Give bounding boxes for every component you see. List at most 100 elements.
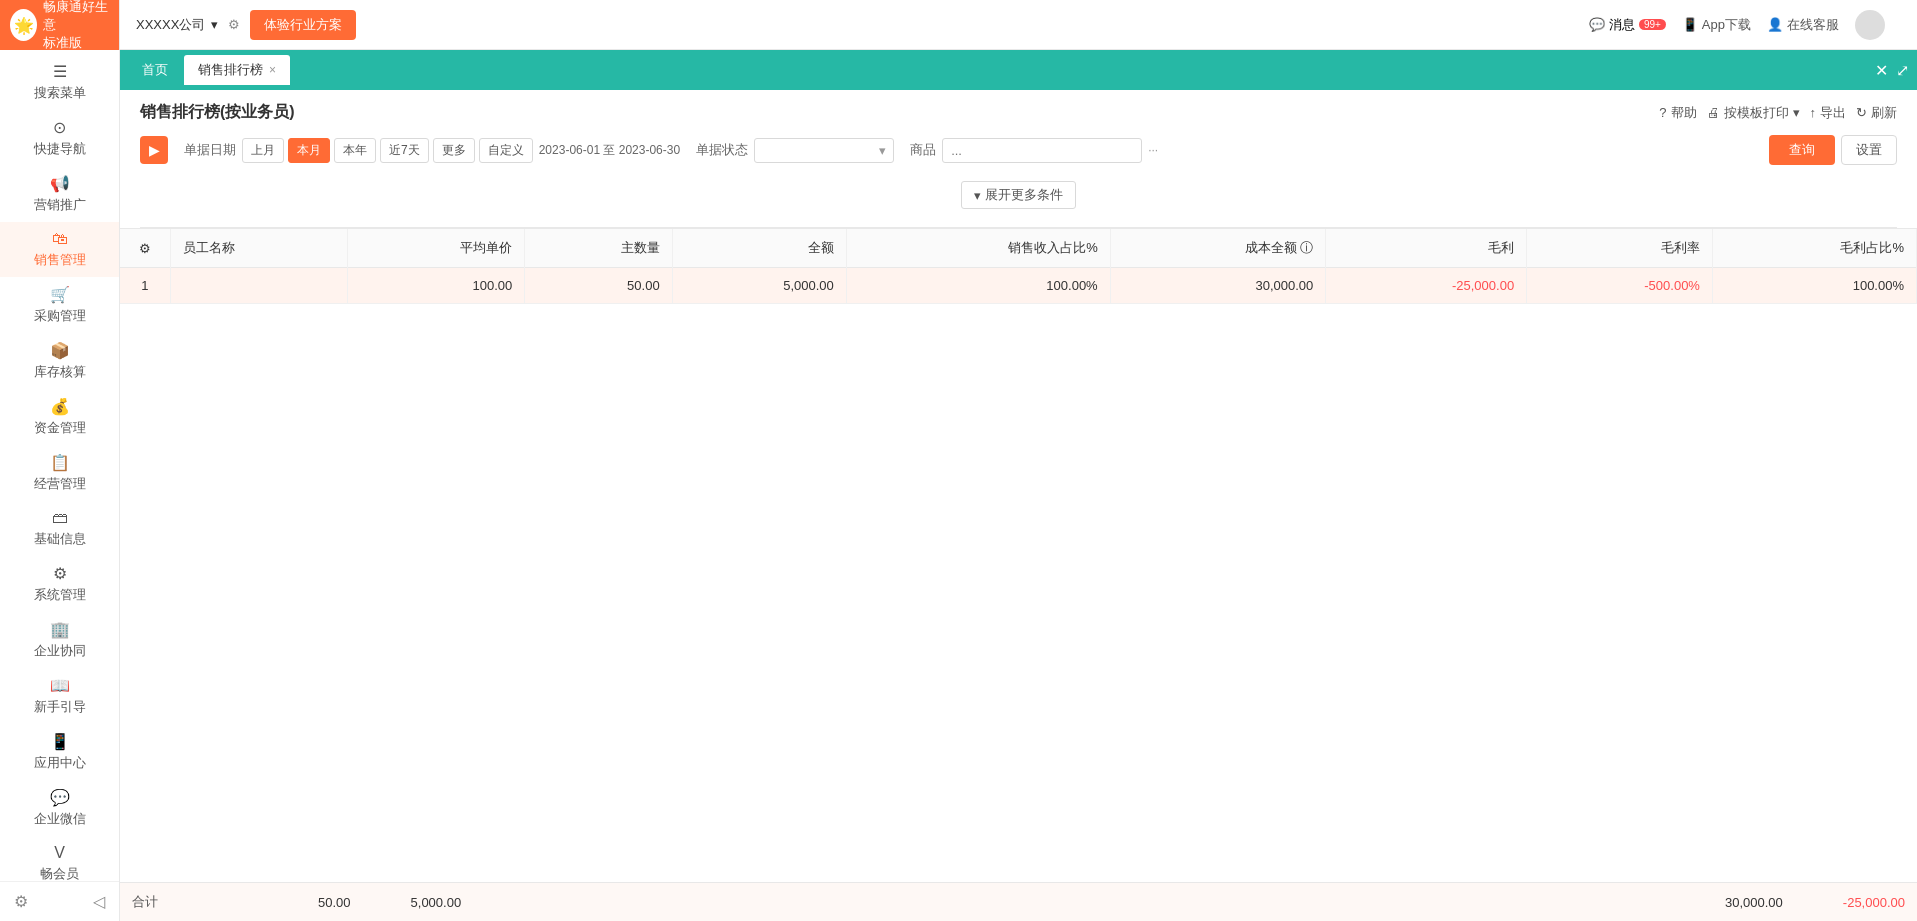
quick-nav-icon: ⊙ (53, 118, 66, 137)
date-filter-group: 单据日期 上月 本月 本年 近7天 更多 自定义 2023-06-01 至 20… (184, 138, 680, 163)
company-selector[interactable]: XXXXX公司 ▾ (136, 16, 218, 34)
sidebar-item-finance[interactable]: 💰 资金管理 (0, 389, 119, 445)
system-icon: ⚙ (53, 564, 67, 583)
sidebar-item-search[interactable]: ☰ 搜索菜单 (0, 54, 119, 110)
close-window-icon[interactable]: ✕ (1875, 61, 1888, 80)
col-avg-price-header: 平均单价 (347, 229, 524, 268)
sidebar-item-quick-nav[interactable]: ⊙ 快捷导航 (0, 110, 119, 166)
filter-action-group: 查询 设置 (1769, 135, 1897, 165)
top-bar: XXXXX公司 ▾ ⚙ 体验行业方案 💬 消息 99+ 📱 App下载 👤 在线… (120, 0, 1917, 50)
message-btn[interactable]: 💬 消息 99+ (1589, 16, 1666, 34)
sidebar-item-inventory[interactable]: 📦 库存核算 (0, 333, 119, 389)
sales-icon: 🛍 (52, 230, 68, 248)
date-btn-more[interactable]: 更多 (433, 138, 475, 163)
sidebar-item-system[interactable]: ⚙ 系统管理 (0, 556, 119, 612)
sales-ratio-cell: 100.00% (846, 268, 1110, 304)
status-select[interactable] (754, 138, 894, 163)
search-menu-icon: ☰ (53, 62, 67, 81)
sidebar-bottom: ⚙ ◁ (0, 881, 119, 921)
table-container: ⚙ 员工名称 平均单价 主数量 全额 销售收入占比% 成本全额 ⓘ 毛利 毛利率… (120, 229, 1917, 882)
sidebar-item-vip[interactable]: V 畅会员 (0, 836, 119, 881)
sidebar-item-wechat[interactable]: 💬 企业微信 (0, 780, 119, 836)
sidebar-item-marketing[interactable]: 📢 营销推广 (0, 166, 119, 222)
sidebar-item-enterprise[interactable]: 🏢 企业协同 (0, 612, 119, 668)
settings-icon[interactable]: ⚙ (14, 892, 28, 911)
date-filter-label: 单据日期 (184, 141, 236, 159)
more-options[interactable]: ··· (1148, 143, 1158, 157)
table-header-row: ⚙ 员工名称 平均单价 主数量 全额 销售收入占比% 成本全额 ⓘ 毛利 毛利率… (120, 229, 1917, 268)
page-header: 销售排行榜(按业务员) ? 帮助 🖨 按模板打印 ▾ ↑ 导出 (120, 90, 1917, 229)
sales-ranking-table: ⚙ 员工名称 平均单价 主数量 全额 销售收入占比% 成本全额 ⓘ 毛利 毛利率… (120, 229, 1917, 304)
page-actions: ? 帮助 🖨 按模板打印 ▾ ↑ 导出 ↻ 刷新 (1659, 104, 1897, 122)
date-btn-7days[interactable]: 近7天 (380, 138, 429, 163)
maximize-icon[interactable]: ⤢ (1896, 61, 1909, 80)
export-btn[interactable]: ↑ 导出 (1810, 104, 1847, 122)
marketing-icon: 📢 (50, 174, 70, 193)
collapse-icon[interactable]: ◁ (93, 892, 105, 911)
app-download-btn[interactable]: 📱 App下载 (1682, 16, 1751, 34)
tab-close-icon[interactable]: × (269, 63, 276, 77)
sidebar-item-basic-info[interactable]: 🗃 基础信息 (0, 501, 119, 556)
active-tab-label: 销售排行榜 (198, 61, 263, 79)
col-profit-rate-header: 毛利率 (1527, 229, 1713, 268)
help-icon: ? (1659, 105, 1666, 120)
date-btns: 上月 本月 本年 近7天 更多 自定义 (242, 138, 533, 163)
company-name: XXXXX公司 (136, 16, 205, 34)
refresh-btn[interactable]: ↻ 刷新 (1856, 104, 1897, 122)
filter-expand-arrow[interactable]: ▶ (140, 136, 168, 164)
settings-gear-icon[interactable]: ⚙ (228, 17, 240, 32)
col-qty-header: 主数量 (525, 229, 672, 268)
status-filter-label: 单据状态 (696, 141, 748, 159)
content-area: 销售排行榜(按业务员) ? 帮助 🖨 按模板打印 ▾ ↑ 导出 (120, 90, 1917, 921)
profit-rate-cell: -500.00% (1527, 268, 1713, 304)
print-btn[interactable]: 🖨 按模板打印 ▾ (1707, 104, 1800, 122)
online-service-btn[interactable]: 👤 在线客服 (1767, 16, 1839, 34)
help-btn[interactable]: ? 帮助 (1659, 104, 1696, 122)
footer-label: 合计 (132, 893, 158, 911)
expand-row: ▾ 展开更多条件 (140, 165, 1897, 217)
sidebar-item-sales[interactable]: 🛍 销售管理 (0, 222, 119, 277)
sidebar-item-purchase[interactable]: 🛒 采购管理 (0, 277, 119, 333)
tab-bar: 首页 销售排行榜 × ✕ ⤢ (120, 50, 1917, 90)
name-cell (170, 268, 347, 304)
message-icon: 💬 (1589, 17, 1605, 32)
date-btn-this-month[interactable]: 本月 (288, 138, 330, 163)
expand-conditions-btn[interactable]: ▾ 展开更多条件 (961, 181, 1076, 209)
sidebar-item-apps[interactable]: 📱 应用中心 (0, 724, 119, 780)
vip-icon: V (54, 844, 65, 862)
footer-profit: -25,000.00 (1843, 895, 1905, 910)
query-button[interactable]: 查询 (1769, 135, 1835, 165)
top-bar-right: 💬 消息 99+ 📱 App下载 👤 在线客服 (1589, 10, 1901, 40)
goods-input[interactable] (942, 138, 1142, 163)
message-label: 消息 (1609, 16, 1635, 34)
date-range-display: 2023-06-01 至 2023-06-30 (539, 142, 680, 159)
tab-sales-ranking[interactable]: 销售排行榜 × (184, 55, 290, 85)
rank-cell: 1 (120, 268, 170, 304)
sidebar-item-guide[interactable]: 📖 新手引导 (0, 668, 119, 724)
apps-icon: 📱 (50, 732, 70, 751)
col-rank-header: ⚙ (120, 229, 170, 268)
col-profit-ratio-header: 毛利占比% (1712, 229, 1916, 268)
profit-cell: -25,000.00 (1326, 268, 1527, 304)
main-area: XXXXX公司 ▾ ⚙ 体验行业方案 💬 消息 99+ 📱 App下载 👤 在线… (120, 0, 1917, 921)
setting-button[interactable]: 设置 (1841, 135, 1897, 165)
col-cost-header: 成本全额 ⓘ (1110, 229, 1326, 268)
goods-filter-label: 商品 (910, 141, 936, 159)
amount-cell: 5,000.00 (672, 268, 846, 304)
date-btn-custom[interactable]: 自定义 (479, 138, 533, 163)
date-btn-this-year[interactable]: 本年 (334, 138, 376, 163)
wechat-icon: 💬 (50, 788, 70, 807)
sidebar-item-operations[interactable]: 📋 经营管理 (0, 445, 119, 501)
filter-bar: ▶ 单据日期 上月 本月 本年 近7天 更多 自定义 2023-06-01 至 … (140, 135, 1897, 228)
page-title-row: 销售排行榜(按业务员) ? 帮助 🖨 按模板打印 ▾ ↑ 导出 (140, 102, 1897, 123)
footer-qty: 50.00 (318, 895, 351, 910)
sidebar: 🌟 畅康通好生意 标准版 ☰ 搜索菜单 ⊙ 快捷导航 📢 营销推广 🛍 销售管理… (0, 0, 120, 921)
trial-btn[interactable]: 体验行业方案 (250, 10, 356, 40)
expand-icon: ▾ (974, 188, 981, 203)
date-btn-last-month[interactable]: 上月 (242, 138, 284, 163)
tab-home[interactable]: 首页 (128, 55, 182, 85)
service-label: 在线客服 (1787, 16, 1839, 34)
app-icon: 📱 (1682, 17, 1698, 32)
status-select-wrap (754, 138, 894, 163)
avatar[interactable] (1855, 10, 1885, 40)
